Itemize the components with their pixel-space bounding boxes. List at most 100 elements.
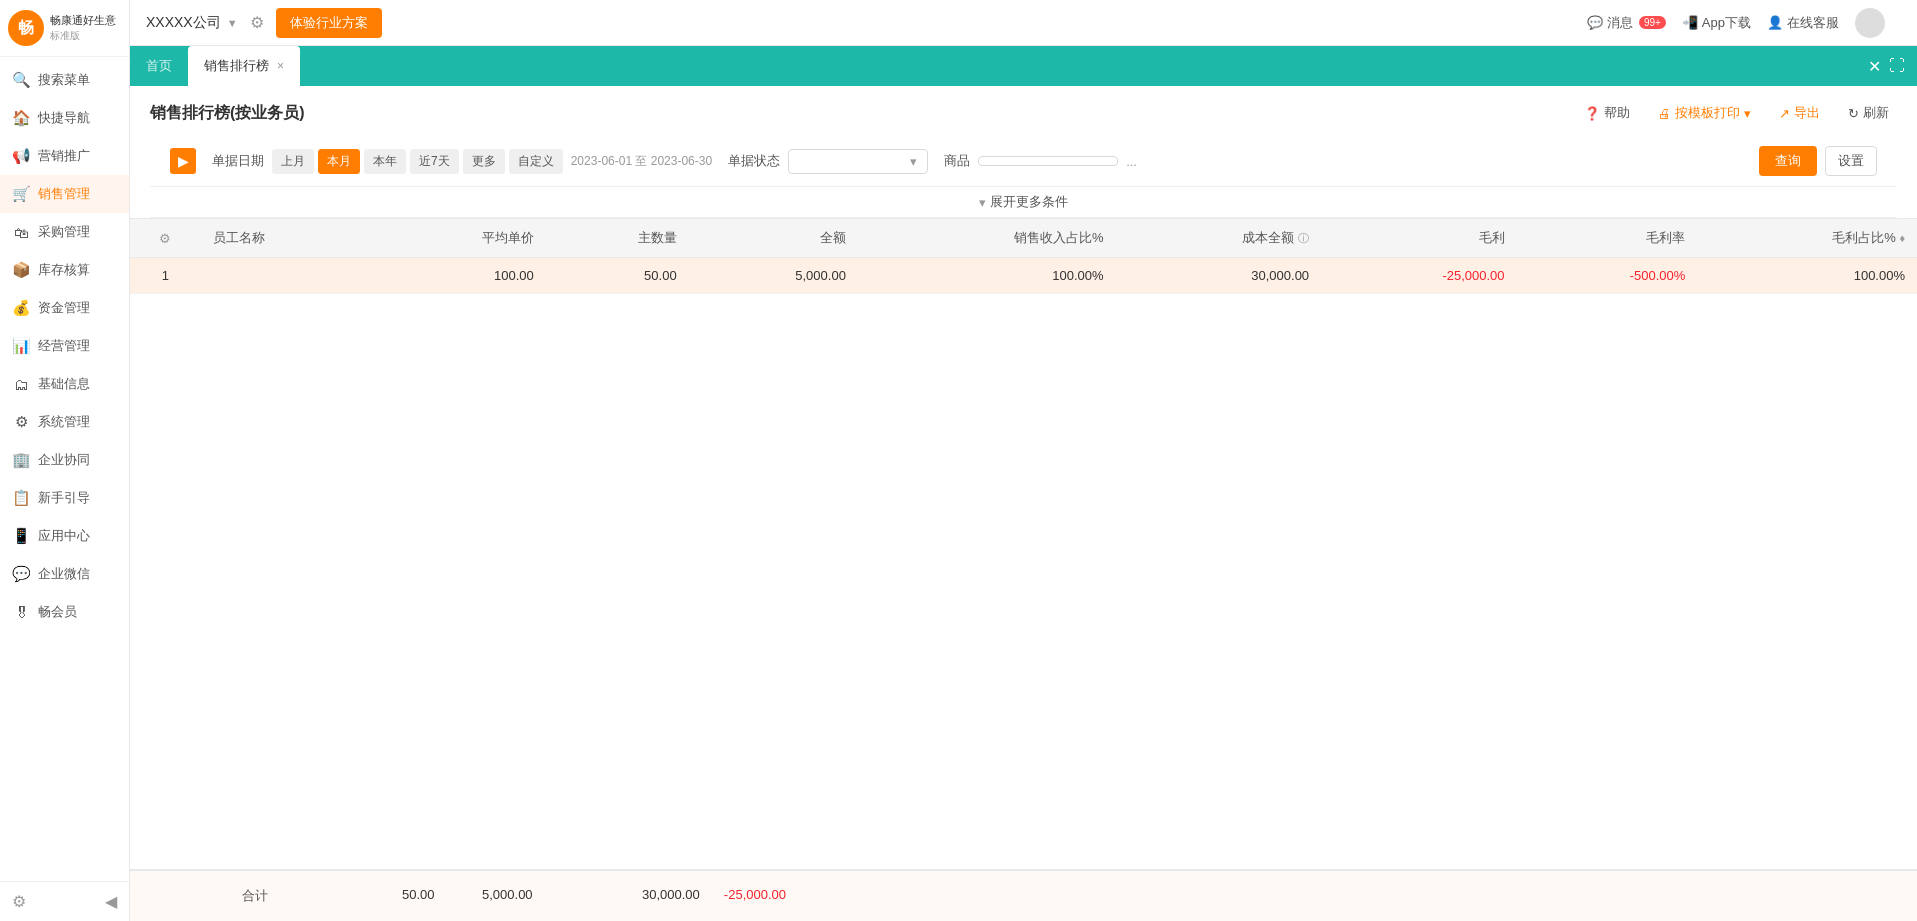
more-fields-btn[interactable]: ... <box>1126 154 1137 169</box>
sidebar-item-operations[interactable]: 📊 经营管理 <box>0 327 129 365</box>
sidebar-item-label: 快捷导航 <box>38 109 90 127</box>
sidebar-item-label: 采购管理 <box>38 223 90 241</box>
tab-home[interactable]: 首页 <box>130 46 188 86</box>
status-select[interactable]: ▾ <box>788 149 928 174</box>
message-group[interactable]: 💬 消息 99+ <box>1587 14 1666 32</box>
window-close-icon[interactable]: ✕ <box>1868 57 1881 76</box>
footer-spacer3 <box>550 881 630 911</box>
sidebar-item-finance[interactable]: 💰 资金管理 <box>0 289 129 327</box>
expand-more-btn[interactable]: ▾ 展开更多条件 <box>979 193 1068 211</box>
folder-icon: 🗂 <box>12 376 30 393</box>
status-filter-group: 单据状态 ▾ <box>728 149 928 174</box>
col-gross-pct: 毛利占比% ♦ <box>1697 219 1917 258</box>
row-main-qty: 50.00 <box>546 258 689 294</box>
print-btn[interactable]: 🖨 按模板打印 ▾ <box>1650 100 1759 126</box>
sidebar-item-label: 企业协同 <box>38 451 90 469</box>
col-gross: 毛利 <box>1321 219 1516 258</box>
settings-btn[interactable]: 设置 <box>1825 146 1877 176</box>
sidebar-item-label: 新手引导 <box>38 489 90 507</box>
refresh-icon: ↻ <box>1848 106 1859 121</box>
building-icon: 🏢 <box>12 451 30 469</box>
sidebar-item-label: 搜索菜单 <box>38 71 90 89</box>
help-icon: ❓ <box>1584 106 1600 121</box>
sidebar-item-label: 销售管理 <box>38 185 90 203</box>
filter-collapse-btn[interactable]: ▶ <box>170 148 196 174</box>
row-gross-rate: -500.00% <box>1517 258 1698 294</box>
medal-icon: 🎖 <box>12 604 30 621</box>
sidebar-item-enterprise[interactable]: 🏢 企业协同 <box>0 441 129 479</box>
megaphone-icon: 📢 <box>12 147 30 165</box>
service-icon: 👤 <box>1767 15 1783 30</box>
home-icon: 🏠 <box>12 109 30 127</box>
table-settings-col[interactable]: ⚙ <box>130 219 201 258</box>
row-cost: 30,000.00 <box>1116 258 1322 294</box>
date-btn-7days[interactable]: 近7天 <box>410 149 459 174</box>
table-container: ⚙ 员工名称 平均单价 主数量 全额 销售收入占比% 成本全额 ⓘ 毛利 毛利率 <box>130 219 1917 869</box>
industry-btn[interactable]: 体验行业方案 <box>276 8 382 38</box>
col-gross-rate: 毛利率 <box>1517 219 1698 258</box>
date-btn-thismonth[interactable]: 本月 <box>318 149 360 174</box>
settings-footer-icon[interactable]: ⚙ <box>12 892 26 911</box>
sidebar-item-inventory[interactable]: 📦 库存核算 <box>0 251 129 289</box>
window-expand-icon[interactable]: ⛶ <box>1889 57 1905 75</box>
date-btn-group: 上月 本月 本年 近7天 更多 自定义 <box>272 149 563 174</box>
goods-input[interactable] <box>978 156 1118 166</box>
col-main-qty: 主数量 <box>546 219 689 258</box>
sidebar-item-member[interactable]: 🎖 畅会员 <box>0 593 129 631</box>
gear-icon: ⚙ <box>12 413 30 431</box>
guide-icon: 📋 <box>12 489 30 507</box>
tab-sales-ranking[interactable]: 销售排行榜 × <box>188 46 300 86</box>
sidebar-item-search[interactable]: 🔍 搜索菜单 <box>0 61 129 99</box>
query-btn[interactable]: 查询 <box>1759 146 1817 176</box>
sidebar-item-label: 基础信息 <box>38 375 90 393</box>
sidebar-item-marketing[interactable]: 📢 营销推广 <box>0 137 129 175</box>
date-btn-lastmonth[interactable]: 上月 <box>272 149 314 174</box>
company-selector[interactable]: XXXXX公司 ▼ <box>146 14 238 32</box>
col-cost: 成本全额 ⓘ <box>1116 219 1322 258</box>
sidebar-item-apps[interactable]: 📱 应用中心 <box>0 517 129 555</box>
row-avg-price: 100.00 <box>373 258 545 294</box>
online-service-label: 在线客服 <box>1787 14 1839 32</box>
sidebar-item-label: 畅会员 <box>38 603 77 621</box>
sidebar-item-quick-nav[interactable]: 🏠 快捷导航 <box>0 99 129 137</box>
sidebar-item-label: 系统管理 <box>38 413 90 431</box>
footer-main-qty: 50.00 <box>390 881 470 911</box>
gross-pct-icon: ♦ <box>1899 232 1905 244</box>
topbar-settings-icon[interactable]: ⚙ <box>250 13 264 32</box>
cost-info-icon: ⓘ <box>1298 232 1309 244</box>
sidebar-item-guide[interactable]: 📋 新手引导 <box>0 479 129 517</box>
footer-amount: 5,000.00 <box>470 881 550 911</box>
content-area: 销售排行榜(按业务员) ❓ 帮助 🖨 按模板打印 ▾ ↗ 导出 <box>130 86 1917 921</box>
user-avatar[interactable] <box>1855 8 1885 38</box>
online-service-group[interactable]: 👤 在线客服 <box>1767 14 1839 32</box>
sidebar-item-purchase[interactable]: 🛍 采购管理 <box>0 213 129 251</box>
row-amount: 5,000.00 <box>689 258 858 294</box>
logo-title: 畅康通好生意 <box>50 13 116 28</box>
date-btn-custom[interactable]: 自定义 <box>509 149 563 174</box>
export-icon: ↗ <box>1779 106 1790 121</box>
app-download-group[interactable]: 📲 App下载 <box>1682 14 1751 32</box>
filter-bar: ▶ 单据日期 上月 本月 本年 近7天 更多 自定义 2023-06-01 至 … <box>150 136 1897 187</box>
sidebar-item-label: 资金管理 <box>38 299 90 317</box>
chart-icon: 📊 <box>12 337 30 355</box>
row-gross: -25,000.00 <box>1321 258 1516 294</box>
date-label: 单据日期 <box>212 152 264 170</box>
logo-icon: 畅 <box>8 10 44 46</box>
col-sales-pct: 销售收入占比% <box>858 219 1116 258</box>
collapse-icon[interactable]: ◀ <box>105 892 117 911</box>
page-title-row: 销售排行榜(按业务员) ❓ 帮助 🖨 按模板打印 ▾ ↗ 导出 <box>150 100 1897 126</box>
date-btn-thisyear[interactable]: 本年 <box>364 149 406 174</box>
date-btn-more[interactable]: 更多 <box>463 149 505 174</box>
sidebar-item-sales[interactable]: 🛒 销售管理 <box>0 175 129 213</box>
help-btn[interactable]: ❓ 帮助 <box>1576 100 1638 126</box>
tab-close-icon[interactable]: × <box>277 59 284 73</box>
sidebar-item-basics[interactable]: 🗂 基础信息 <box>0 365 129 403</box>
goods-filter-group: 商品 ... <box>944 152 1137 170</box>
row-gross-pct: 100.00% <box>1697 258 1917 294</box>
sidebar-item-wechat[interactable]: 💬 企业微信 <box>0 555 129 593</box>
main-area: XXXXX公司 ▼ ⚙ 体验行业方案 💬 消息 99+ 📲 App下载 👤 在线… <box>130 0 1917 921</box>
sidebar-item-system[interactable]: ⚙ 系统管理 <box>0 403 129 441</box>
tabbar-actions: ✕ ⛶ <box>1868 57 1917 76</box>
export-btn[interactable]: ↗ 导出 <box>1771 100 1828 126</box>
refresh-btn[interactable]: ↻ 刷新 <box>1840 100 1897 126</box>
